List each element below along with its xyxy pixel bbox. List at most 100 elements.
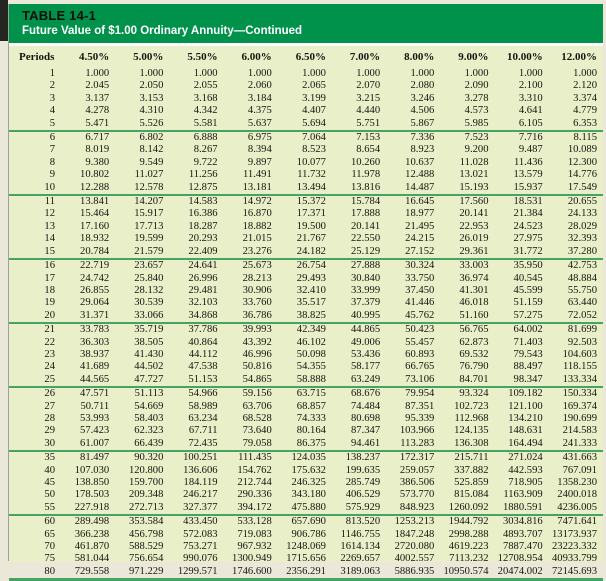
value-cell: 12.875: [169, 181, 224, 197]
value-cell: 95.339: [405, 412, 435, 424]
value-cell: 67.711: [188, 425, 218, 437]
value-cell: 159.700: [128, 477, 164, 488]
period-cell: 14: [44, 233, 55, 245]
value-cell: 212.744: [237, 477, 272, 488]
value-cell: 44.112: [188, 348, 218, 360]
value-cell: 456.798: [128, 528, 164, 540]
value-cell: 59.156: [242, 388, 272, 400]
value-cell: 90.320: [134, 452, 164, 464]
value-cell: 27.888: [350, 260, 381, 272]
table-row: 24 41.689 44.502 47.538 50.816 54.355 58.177 66…: [9, 361, 603, 373]
table-row: 23 38.937 41.430 44.112 46.996 50.098 53.436 60…: [9, 349, 603, 361]
value-cell: 150.334: [562, 388, 597, 400]
value-cell: 7.153: [356, 132, 381, 144]
value-cell: 25.673: [242, 260, 272, 272]
value-cell: 58.403: [134, 412, 164, 424]
value-cell: 3189.063: [331, 565, 387, 581]
value-cell: 2.050: [139, 80, 164, 92]
value-cell: 4.779: [573, 105, 597, 117]
value-cell: 136.606: [183, 464, 218, 476]
value-cell: 13.816: [331, 181, 387, 197]
value-cell: 27.975: [513, 233, 543, 245]
value-cell: 63.715: [296, 388, 326, 400]
value-cell: 13173.937: [551, 528, 597, 540]
value-cell: 58.177: [350, 361, 381, 373]
value-cell: 11.491: [243, 169, 272, 181]
value-cell: 14.583: [188, 196, 218, 208]
value-cell: 63.706: [242, 400, 272, 412]
table-row: 35 81.497 90.320 100.251 111.435 124.035 138.2…: [9, 451, 603, 464]
value-cell: 184.119: [183, 477, 218, 488]
value-cell: 30.840: [350, 272, 381, 284]
value-cell: 29.493: [296, 272, 326, 284]
value-cell: 18.977: [405, 208, 435, 220]
value-cell: 40933.799: [551, 553, 597, 565]
value-cell: 47.727: [115, 373, 170, 389]
value-cell: 24.133: [567, 208, 597, 220]
value-cell: 813.520: [345, 516, 381, 528]
value-cell: 53.436: [350, 348, 381, 360]
value-cell: 38.505: [134, 336, 164, 348]
value-cell: 10.637: [405, 156, 435, 168]
value-cell: 12.300: [567, 156, 597, 168]
value-cell: 71.403: [513, 336, 543, 348]
value-cell: 92.503: [567, 336, 597, 348]
value-cell: 28.132: [134, 284, 164, 296]
value-cell: 718.905: [508, 477, 543, 488]
value-cell: 1300.949: [232, 553, 272, 565]
value-cell: 575.929: [331, 501, 387, 517]
value-cell: 31.371: [61, 309, 116, 325]
value-cell: 44.565: [61, 373, 116, 389]
value-cell: 35.950: [513, 260, 543, 272]
value-cell: 246.217: [183, 489, 218, 501]
value-cell: 9.380: [85, 156, 110, 168]
period-cell: 45: [44, 477, 55, 488]
period-cell: 28: [44, 412, 55, 424]
value-cell: 36.974: [459, 272, 489, 284]
value-cell: 30.324: [405, 260, 435, 272]
value-cell: 33.760: [242, 297, 272, 309]
value-cell: 21.384: [513, 208, 543, 220]
value-cell: 54.865: [223, 373, 278, 389]
value-cell: 21.015: [242, 233, 272, 245]
value-cell: 7.716: [518, 132, 543, 144]
period-cell: 5: [9, 117, 61, 133]
value-cell: 104.603: [562, 348, 597, 360]
value-cell: 2.080: [410, 80, 435, 92]
value-cell: 36.303: [80, 336, 110, 348]
value-cell: 32.410: [296, 284, 326, 296]
value-cell: 169.374: [562, 400, 597, 412]
table-row: 16 22.719 23.657 24.641 25.673 26.754 27.888 30…: [9, 259, 603, 272]
value-cell: 1163.909: [503, 489, 543, 501]
value-cell: 10.089: [567, 144, 597, 156]
value-cell: 406.529: [345, 489, 381, 501]
value-cell: 22.550: [350, 233, 381, 245]
value-cell: 214.583: [562, 425, 597, 437]
value-cell: 55.750: [567, 284, 597, 296]
value-cell: 50.816: [242, 361, 272, 373]
value-cell: 17.888: [350, 208, 381, 220]
value-cell: 14.207: [134, 196, 164, 208]
table-row: 75 581.044 756.654 990.076 1300.949 1715.656 2…: [9, 553, 603, 565]
value-cell: 7113.232: [449, 553, 489, 565]
periods-column-header: Periods: [19, 51, 55, 63]
period-cell: 30: [9, 437, 61, 453]
value-cell: 58.989: [188, 400, 218, 412]
value-cell: 8.142: [139, 144, 164, 156]
value-cell: 2.100: [518, 80, 543, 92]
value-cell: 4893.707: [502, 528, 543, 540]
value-cell: 3.184: [247, 92, 272, 104]
value-cell: 100.251: [183, 452, 218, 464]
value-cell: 23223.332: [551, 541, 597, 553]
period-cell: 8: [49, 156, 55, 168]
value-cell: 753.271: [183, 541, 218, 553]
value-cell: 18.882: [242, 220, 272, 232]
period-cell: 17: [44, 272, 55, 284]
value-cell: 1944.792: [448, 516, 489, 528]
value-cell: 74.484: [350, 400, 381, 412]
table-row: 28 53.993 58.403 63.234 68.528 74.333 80.698 95…: [9, 413, 603, 425]
value-cell: 29.064: [80, 297, 110, 309]
table-row: 7 8.019 8.142 8.267 8.394 8.523 8.654 8.923 9.20…: [9, 144, 603, 156]
value-cell: 53.993: [80, 412, 110, 424]
rate-column-header: 5.00%: [133, 51, 164, 63]
